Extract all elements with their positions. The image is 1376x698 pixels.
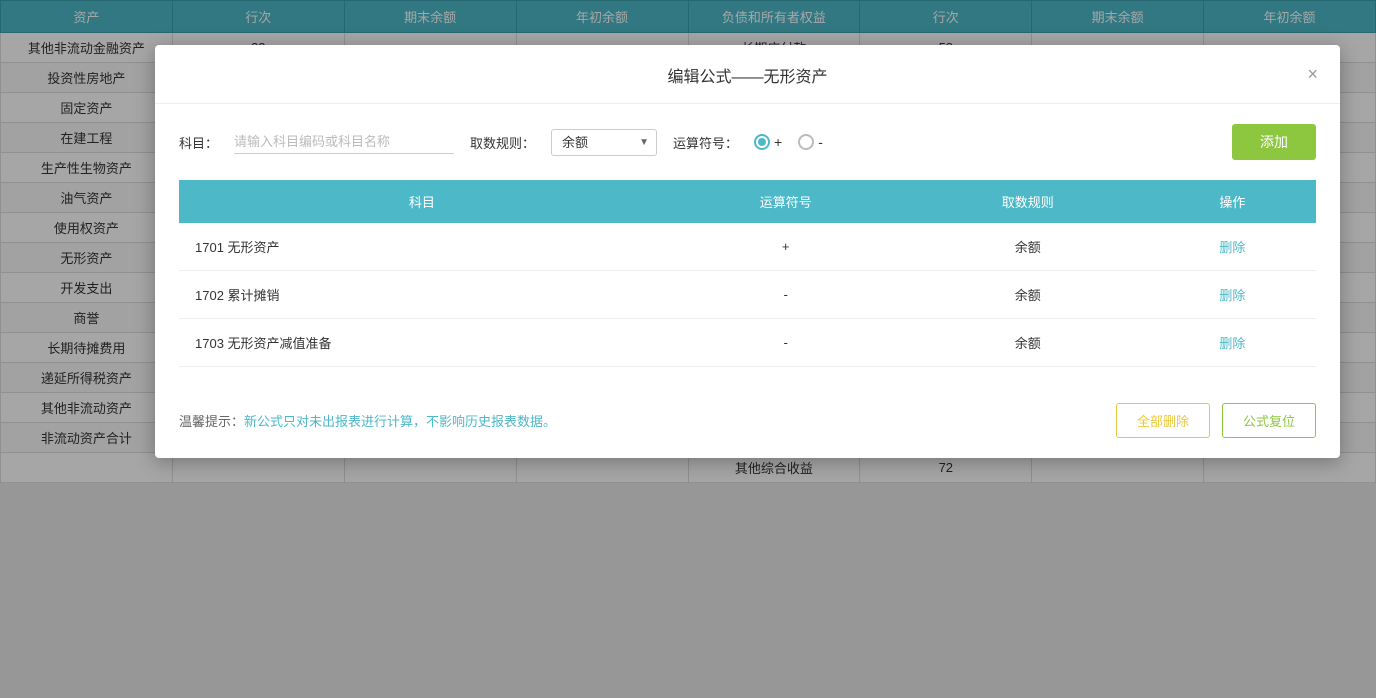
minus-radio-circle: [798, 134, 814, 150]
operator-label: 运算符号：: [673, 133, 738, 152]
formula-table-row: 1702 累计摊销-余额 删除: [179, 271, 1316, 319]
formula-table-row: 1701 无形资产+余额 删除: [179, 223, 1316, 271]
add-button[interactable]: 添加: [1232, 124, 1316, 160]
formula-cell-operator: +: [665, 223, 907, 271]
formula-form-row: 科目： 取数规则： 余额 借方 贷方 借方发生额 贷方发生额 ▼ 运算符号：: [179, 124, 1316, 160]
formula-cell-action: 删除: [1149, 271, 1316, 319]
plus-radio-label: +: [774, 134, 782, 150]
formula-col-header: 操作: [1149, 180, 1316, 223]
formula-cell-operator: -: [665, 319, 907, 367]
formula-table: 科目运算符号取数规则操作 1701 无形资产+余额删除1702 累计摊销-余额删…: [179, 180, 1316, 367]
formula-table-head: 科目运算符号取数规则操作: [179, 180, 1316, 223]
tip-highlight: 新公式只对未出报表进行计算，不影响历史报表数据。: [244, 414, 556, 429]
modal-body: 科目： 取数规则： 余额 借方 贷方 借方发生额 贷方发生额 ▼ 运算符号：: [155, 104, 1340, 387]
formula-col-header: 运算符号: [665, 180, 907, 223]
subject-label: 科目：: [179, 133, 218, 152]
modal-footer: 温馨提示：新公式只对未出报表进行计算，不影响历史报表数据。 全部删除 公式复位: [155, 387, 1340, 458]
tip-prefix: 温馨提示：: [179, 414, 244, 429]
formula-cell-action: 删除: [1149, 319, 1316, 367]
rule-select-wrapper: 余额 借方 贷方 借方发生额 贷方发生额 ▼: [551, 129, 657, 156]
footer-tip: 温馨提示：新公式只对未出报表进行计算，不影响历史报表数据。: [179, 411, 556, 430]
formula-table-row: 1703 无形资产减值准备-余额 删除: [179, 319, 1316, 367]
rule-label: 取数规则：: [470, 133, 535, 152]
formula-cell-rule: 余额: [907, 319, 1149, 367]
formula-cell-subject: 1701 无形资产: [179, 223, 665, 271]
operator-minus-radio[interactable]: -: [798, 134, 823, 150]
modal-header: 编辑公式——无形资产 ×: [155, 45, 1340, 104]
modal-title: 编辑公式——无形资产: [667, 69, 827, 86]
modal-close-button[interactable]: ×: [1303, 61, 1322, 87]
reset-formula-button[interactable]: 公式复位: [1222, 403, 1316, 438]
formula-cell-rule: 余额: [907, 223, 1149, 271]
formula-cell-rule: 余额: [907, 271, 1149, 319]
formula-col-header: 科目: [179, 180, 665, 223]
operator-plus-radio[interactable]: +: [754, 134, 782, 150]
delete-row-link[interactable]: 删除: [1219, 336, 1245, 351]
subject-input[interactable]: [234, 130, 454, 154]
rule-select[interactable]: 余额 借方 贷方 借方发生额 贷方发生额: [551, 129, 657, 156]
formula-cell-subject: 1703 无形资产减值准备: [179, 319, 665, 367]
operator-radio-group: + -: [754, 134, 823, 150]
delete-row-link[interactable]: 删除: [1219, 288, 1245, 303]
formula-cell-subject: 1702 累计摊销: [179, 271, 665, 319]
formula-col-header: 取数规则: [907, 180, 1149, 223]
plus-radio-circle: [754, 134, 770, 150]
delete-row-link[interactable]: 删除: [1219, 240, 1245, 255]
formula-cell-operator: -: [665, 271, 907, 319]
edit-formula-modal: 编辑公式——无形资产 × 科目： 取数规则： 余额 借方 贷方 借方发生额 贷方…: [155, 45, 1340, 458]
formula-table-body: 1701 无形资产+余额删除1702 累计摊销-余额删除1703 无形资产减值准…: [179, 223, 1316, 367]
delete-all-button[interactable]: 全部删除: [1116, 403, 1210, 438]
minus-radio-label: -: [818, 134, 823, 150]
footer-buttons: 全部删除 公式复位: [1116, 403, 1316, 438]
formula-cell-action: 删除: [1149, 223, 1316, 271]
